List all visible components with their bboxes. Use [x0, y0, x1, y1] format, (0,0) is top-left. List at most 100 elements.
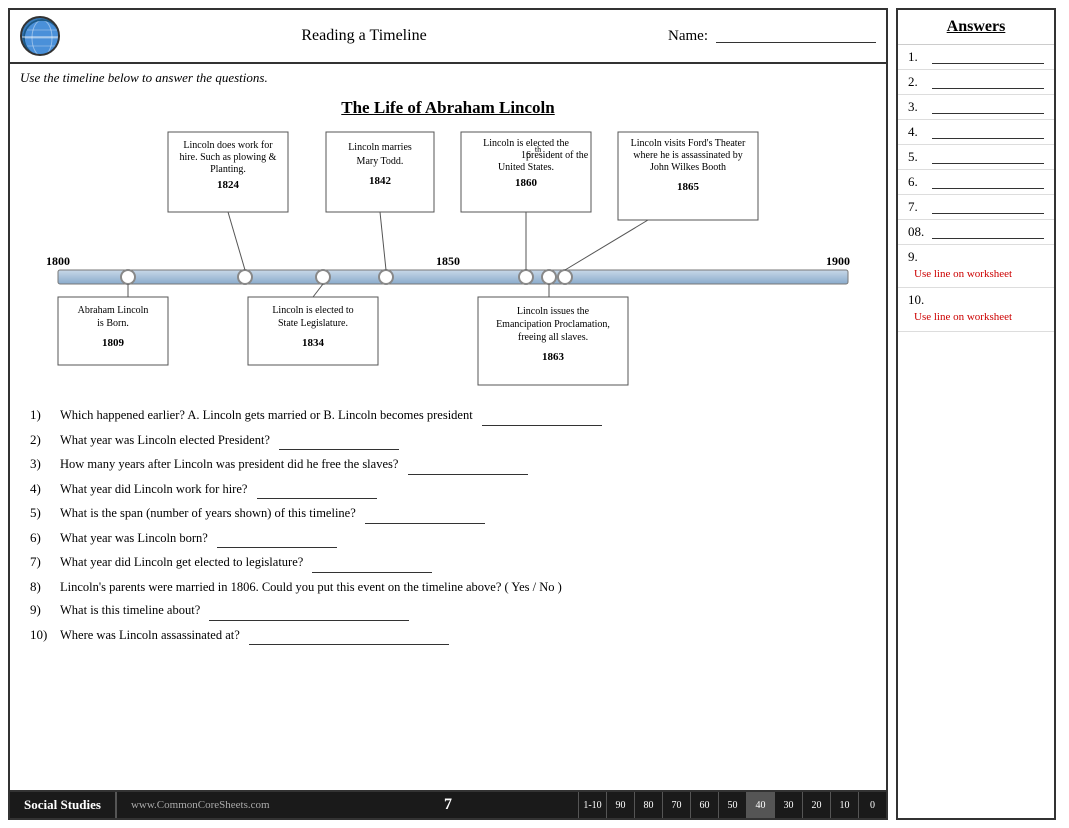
answer-item-4: 4. [898, 120, 1054, 145]
answer-blank-8 [932, 225, 1044, 239]
score-0: 0 [858, 792, 886, 818]
svg-text:Lincoln does work for: Lincoln does work for [183, 140, 273, 151]
answers-header: Answers [898, 10, 1054, 45]
score-40: 40 [746, 792, 774, 818]
answer-num-5: 5. [908, 149, 932, 165]
answers-panel: Answers 1. 2. 3. 4. 5. 6. 7. 08. 9. Use … [896, 8, 1056, 820]
score-80: 80 [634, 792, 662, 818]
question-8: 8) Lincoln's parents were married in 180… [30, 578, 866, 597]
answer-blank-1 [932, 50, 1044, 64]
q1-num: 1) [30, 406, 60, 424]
q9-num: 9) [30, 601, 60, 619]
svg-text:Mary Todd.: Mary Todd. [357, 156, 404, 167]
q7-answer-line [312, 554, 432, 573]
q3-text: How many years after Lincoln was preside… [60, 456, 866, 475]
answer-item-1: 1. [898, 45, 1054, 70]
answer-item-7: 7. [898, 195, 1054, 220]
q10-answer-line [249, 627, 449, 646]
svg-text:1900: 1900 [826, 254, 850, 268]
question-7: 7) What year did Lincoln get elected to … [30, 553, 866, 573]
q8-text: Lincoln's parents were married in 1806. … [60, 579, 866, 597]
answer-blank-7 [932, 200, 1044, 214]
q3-answer-line [408, 456, 528, 475]
footer-score: 1-10 90 80 70 60 50 40 30 20 10 0 [578, 792, 886, 818]
header: Reading a Timeline Name: [10, 10, 886, 64]
score-30: 30 [774, 792, 802, 818]
score-10: 10 [830, 792, 858, 818]
question-5: 5) What is the span (number of years sho… [30, 504, 866, 524]
svg-text:1863: 1863 [542, 351, 565, 363]
answer-num-10: 10. [908, 292, 932, 308]
q8-num: 8) [30, 578, 60, 596]
q1-answer-line [482, 407, 602, 426]
timeline-section: The Life of Abraham Lincoln 1800 1850 19… [10, 92, 886, 402]
answer-item-3: 3. [898, 95, 1054, 120]
q4-num: 4) [30, 480, 60, 498]
answer-num-9: 9. [908, 249, 932, 265]
svg-text:Emancipation Proclamation,: Emancipation Proclamation, [496, 319, 610, 330]
q3-num: 3) [30, 455, 60, 473]
answer-num-1: 1. [908, 49, 932, 65]
svg-text:Planting.: Planting. [210, 164, 246, 175]
score-20: 20 [802, 792, 830, 818]
header-name-label: Name: [668, 28, 708, 45]
answer-blank-4 [932, 125, 1044, 139]
instructions: Use the timeline below to answer the que… [10, 64, 886, 92]
answer-item-8: 08. [898, 220, 1054, 245]
main-content: Reading a Timeline Name: Use the timelin… [8, 8, 888, 820]
question-3: 3) How many years after Lincoln was pres… [30, 455, 866, 475]
question-9: 9) What is this timeline about? [30, 601, 866, 621]
header-title: Reading a Timeline [60, 27, 668, 45]
answer-item-10: 10. Use line on worksheet [898, 288, 1054, 331]
q5-num: 5) [30, 504, 60, 522]
question-10: 10) Where was Lincoln assassinated at? [30, 626, 866, 646]
svg-text:hire. Such as plowing &: hire. Such as plowing & [180, 152, 277, 163]
score-70: 70 [662, 792, 690, 818]
q2-answer-line [279, 432, 399, 451]
q5-text: What is the span (number of years shown)… [60, 505, 866, 524]
svg-text:is Born.: is Born. [97, 318, 129, 329]
globe-icon [20, 16, 60, 56]
svg-text:where he is assassinated by: where he is assassinated by [633, 150, 742, 161]
svg-text:1834: 1834 [302, 337, 325, 349]
q2-text: What year was Lincoln elected President? [60, 432, 866, 451]
svg-text:1824: 1824 [217, 179, 240, 191]
footer-page: 7 [444, 796, 452, 814]
q7-num: 7) [30, 553, 60, 571]
timeline-title: The Life of Abraham Lincoln [20, 92, 876, 122]
q1-text: Which happened earlier? A. Lincoln gets … [60, 407, 866, 426]
answer-item-2: 2. [898, 70, 1054, 95]
q10-num: 10) [30, 626, 60, 644]
score-60: 60 [690, 792, 718, 818]
svg-text:Lincoln issues the: Lincoln issues the [517, 306, 590, 317]
q7-text: What year did Lincoln get elected to leg… [60, 554, 866, 573]
answer-num-6: 6. [908, 174, 932, 190]
q6-answer-line [217, 530, 337, 549]
answer-note-10: Use line on worksheet [908, 308, 1018, 326]
score-90: 90 [606, 792, 634, 818]
svg-text:State Legislature.: State Legislature. [278, 318, 348, 329]
svg-text:1865: 1865 [677, 181, 700, 193]
question-4: 4) What year did Lincoln work for hire? [30, 480, 866, 500]
footer-subject: Social Studies [10, 792, 117, 818]
svg-text:United States.: United States. [498, 162, 554, 173]
answer-blank-2 [932, 75, 1044, 89]
svg-text:1800: 1800 [46, 254, 70, 268]
answer-note-9: Use line on worksheet [908, 265, 1018, 283]
q9-text: What is this timeline about? [60, 602, 866, 621]
answer-item-5: 5. [898, 145, 1054, 170]
answer-num-4: 4. [908, 124, 932, 140]
footer: Social Studies www.CommonCoreSheets.com … [10, 790, 886, 818]
svg-text:Lincoln is elected the: Lincoln is elected the [483, 138, 569, 149]
q4-text: What year did Lincoln work for hire? [60, 481, 866, 500]
answer-num-3: 3. [908, 99, 932, 115]
answer-item-6: 6. [898, 170, 1054, 195]
score-range: 1-10 [578, 792, 606, 818]
answer-item-9: 9. Use line on worksheet [898, 245, 1054, 288]
svg-text:1850: 1850 [436, 254, 460, 268]
svg-text:president of the: president of the [526, 150, 589, 161]
answer-num-8: 08. [908, 224, 932, 240]
question-6: 6) What year was Lincoln born? [30, 529, 866, 549]
question-2: 2) What year was Lincoln elected Preside… [30, 431, 866, 451]
timeline-visual: 1800 1850 1900 [28, 122, 868, 402]
